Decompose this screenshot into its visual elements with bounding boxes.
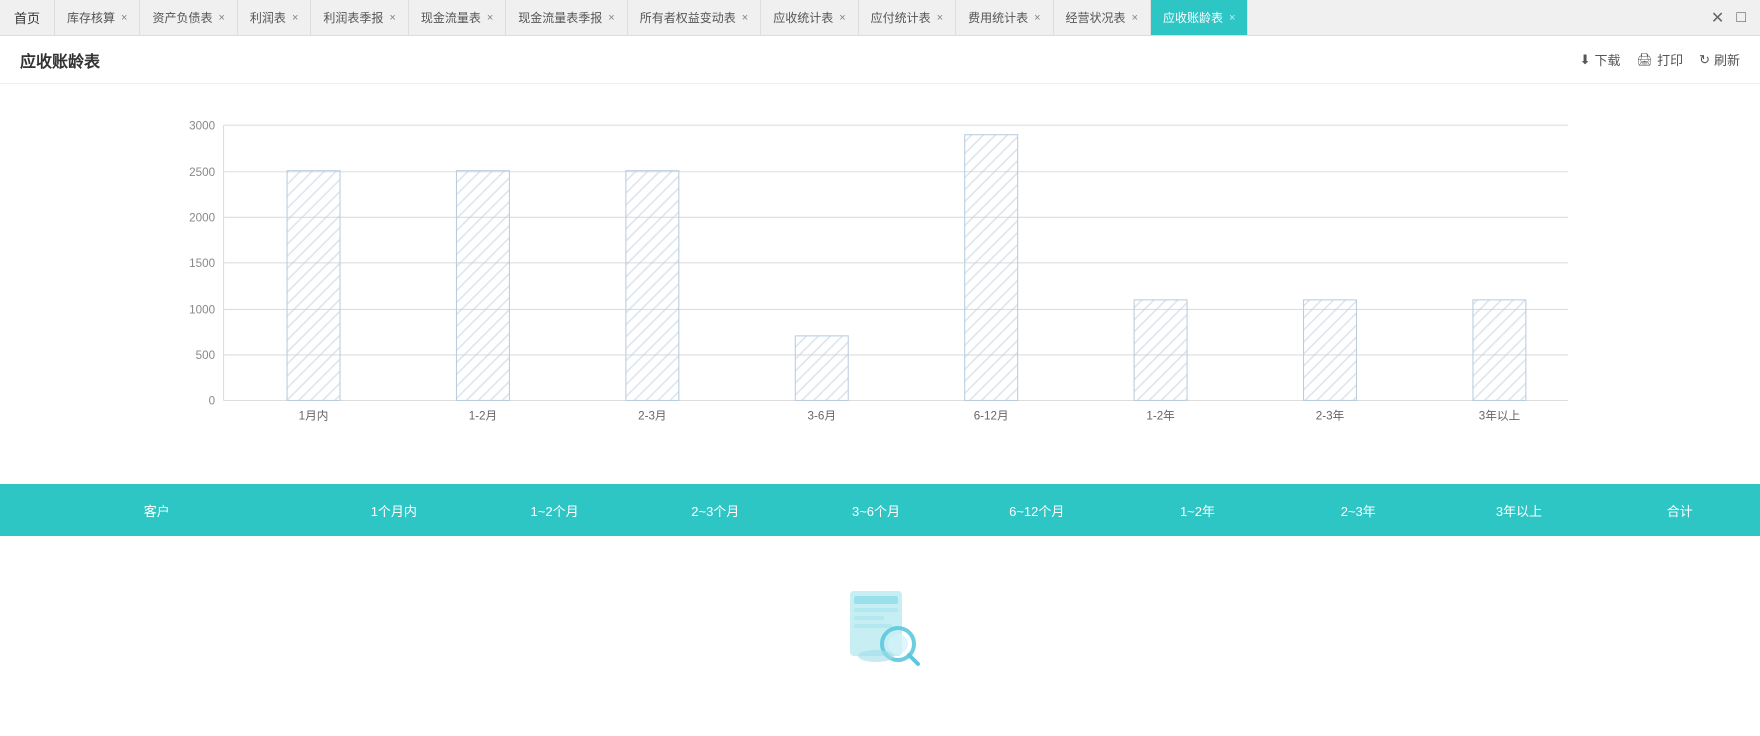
- window-close-icon[interactable]: ✕: [1705, 8, 1730, 28]
- bar-6-12month: [965, 135, 1018, 401]
- bar-3-6month: [795, 336, 848, 401]
- main-content: 0 500 1000 1500 2000 2500 3000 1月内 1-2月 …: [0, 84, 1760, 736]
- tab-ar-aging[interactable]: 应收账龄表 ×: [1151, 0, 1248, 36]
- svg-text:0: 0: [209, 395, 216, 408]
- page-title: 应收账龄表: [20, 48, 100, 72]
- svg-text:3-6月: 3-6月: [808, 410, 836, 423]
- tab-operations[interactable]: 经营状况表 ×: [1054, 0, 1151, 36]
- page-actions: ⬇ 下载 🖨 打印 ↻ 刷新: [1580, 50, 1740, 69]
- svg-text:2-3年: 2-3年: [1316, 409, 1345, 423]
- col-1month: 1个月内: [313, 501, 474, 520]
- page-header: 应收账龄表 ⬇ 下载 🖨 打印 ↻ 刷新: [0, 36, 1760, 84]
- bar-1month: [287, 171, 340, 401]
- refresh-icon: ↻: [1699, 52, 1710, 68]
- svg-text:1000: 1000: [189, 304, 215, 317]
- svg-text:3年以上: 3年以上: [1479, 409, 1521, 423]
- tab-close-icon[interactable]: ×: [389, 12, 395, 24]
- bar-2-3month: [626, 171, 679, 401]
- chart-area: 0 500 1000 1500 2000 2500 3000 1月内 1-2月 …: [0, 84, 1760, 484]
- col-6-12month: 6~12个月: [956, 501, 1117, 520]
- tab-balance-sheet[interactable]: 资产负债表 ×: [140, 0, 237, 36]
- tab-home[interactable]: 首页: [0, 0, 55, 36]
- tab-close-icon[interactable]: ×: [121, 12, 127, 24]
- download-icon: ⬇: [1580, 52, 1591, 68]
- col-1-2month: 1~2个月: [474, 501, 635, 520]
- window-maximize-icon[interactable]: □: [1730, 9, 1752, 27]
- tab-close-icon[interactable]: ×: [487, 12, 493, 24]
- tab-close-icon[interactable]: ×: [292, 12, 298, 24]
- tab-cashflow-quarterly[interactable]: 现金流量表季报 ×: [506, 0, 627, 36]
- window-actions: ✕ □: [1697, 8, 1760, 28]
- bar-3plus-year: [1473, 300, 1526, 401]
- col-1-2year: 1~2年: [1117, 501, 1278, 520]
- col-2-3month: 2~3个月: [635, 501, 796, 520]
- tab-close-icon[interactable]: ×: [218, 12, 224, 24]
- bar-1-2year: [1134, 300, 1187, 401]
- svg-text:500: 500: [196, 349, 216, 362]
- tab-equity[interactable]: 所有者权益变动表 ×: [628, 0, 761, 36]
- table-header: 客户 1个月内 1~2个月 2~3个月 3~6个月 6~12个月 1~2年 2~…: [0, 484, 1760, 536]
- tab-profit[interactable]: 利润表 ×: [238, 0, 311, 36]
- print-button[interactable]: 🖨 打印: [1637, 50, 1684, 69]
- empty-icon: [830, 576, 930, 676]
- col-total: 合计: [1599, 501, 1760, 520]
- tab-bar: 首页 库存核算 × 资产负债表 × 利润表 × 利润表季报 × 现金流量表 × …: [0, 0, 1760, 36]
- refresh-button[interactable]: ↻ 刷新: [1699, 50, 1740, 69]
- svg-text:1500: 1500: [189, 257, 215, 270]
- tab-close-icon[interactable]: ×: [1132, 12, 1138, 24]
- download-button[interactable]: ⬇ 下载: [1580, 50, 1621, 69]
- tab-ap-stats[interactable]: 应付统计表 ×: [859, 0, 956, 36]
- bar-chart: 0 500 1000 1500 2000 2500 3000 1月内 1-2月 …: [40, 104, 1720, 464]
- col-customer: 客户: [0, 501, 313, 520]
- col-3plus-year: 3年以上: [1439, 501, 1600, 520]
- tab-close-icon[interactable]: ×: [937, 12, 943, 24]
- empty-state: [0, 536, 1760, 736]
- tab-expense-stats[interactable]: 费用统计表 ×: [956, 0, 1053, 36]
- tab-close-icon[interactable]: ×: [608, 12, 614, 24]
- svg-text:6-12月: 6-12月: [974, 410, 1009, 423]
- svg-text:2000: 2000: [189, 212, 215, 225]
- tab-close-icon[interactable]: ×: [742, 12, 748, 24]
- svg-text:1月内: 1月内: [299, 409, 329, 423]
- tab-profit-quarterly[interactable]: 利润表季报 ×: [311, 0, 408, 36]
- print-icon: 🖨: [1637, 52, 1654, 68]
- col-3-6month: 3~6个月: [796, 501, 957, 520]
- bar-1-2month: [456, 171, 509, 401]
- tab-cashflow[interactable]: 现金流量表 ×: [409, 0, 506, 36]
- svg-text:3000: 3000: [189, 119, 215, 132]
- svg-text:1-2年: 1-2年: [1146, 409, 1175, 423]
- col-2-3year: 2~3年: [1278, 501, 1439, 520]
- tab-close-icon[interactable]: ×: [839, 12, 845, 24]
- tab-close-icon[interactable]: ×: [1229, 12, 1235, 24]
- svg-text:2500: 2500: [189, 166, 215, 179]
- svg-text:1-2月: 1-2月: [469, 410, 497, 423]
- bar-2-3year: [1304, 300, 1357, 401]
- svg-text:2-3月: 2-3月: [638, 410, 666, 423]
- tab-close-icon[interactable]: ×: [1034, 12, 1040, 24]
- tab-ar-stats[interactable]: 应收统计表 ×: [761, 0, 858, 36]
- tab-inventory[interactable]: 库存核算 ×: [55, 0, 140, 36]
